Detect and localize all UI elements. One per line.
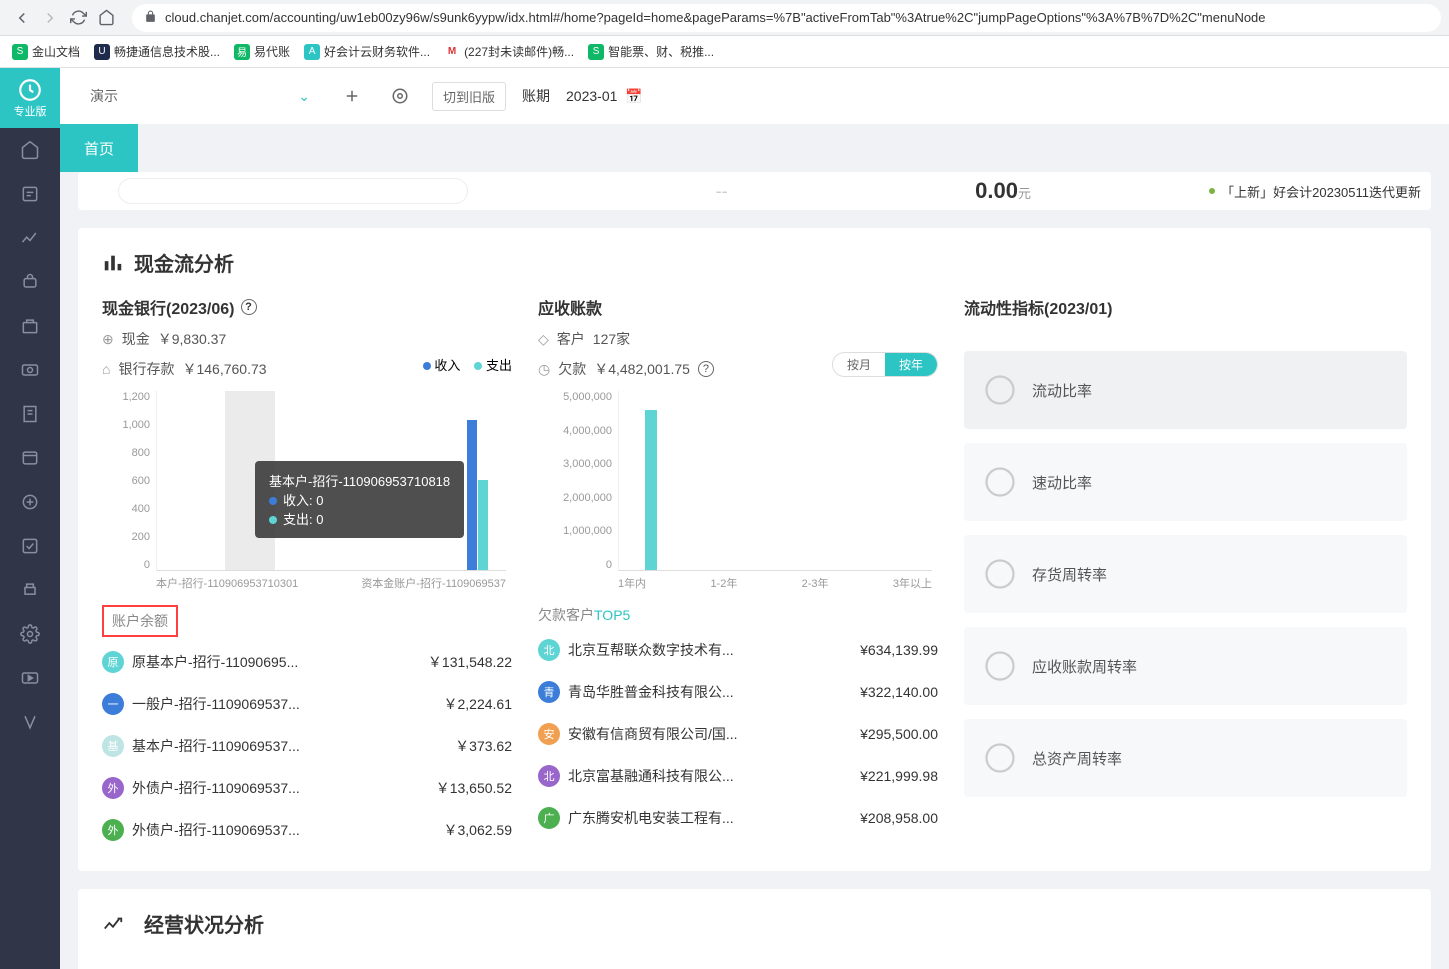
bookmark-item[interactable]: S金山文档 [12,43,80,60]
accounts-heading: 账户余额 [102,605,512,637]
account-row[interactable]: 外外债户-招行-1109069537...￥3,062.59 [102,809,512,851]
reload-button[interactable] [64,4,92,32]
nav-assets-icon[interactable] [0,304,60,348]
debtor-row[interactable]: 广广东腾安机电安装工程有...¥208,958.00 [538,797,938,839]
nav-v-icon[interactable] [0,700,60,744]
toggle-month[interactable]: 按月 [833,353,885,376]
calendar-icon: 📅 [621,88,642,104]
nav-home-icon[interactable] [0,128,60,172]
bank-chart[interactable]: 1,2001,0008006004002000 基本户-招行-110906953… [102,391,512,591]
section-title: 现金银行(2023/06) ? [102,295,512,319]
trend-icon [102,913,124,935]
bookmark-item[interactable]: 易易代账 [234,43,290,60]
metric-card[interactable]: 应收账款周转率 [964,627,1407,705]
period-label: 账期 [522,86,550,106]
metric-card[interactable]: 存货周转率 [964,535,1407,613]
chart-bar [467,420,477,570]
metric-card[interactable]: 速动比率 [964,443,1407,521]
app-logo[interactable]: 专业版 [0,68,60,128]
account-row[interactable]: 原原基本户-招行-11090695...￥131,548.22 [102,641,512,683]
old-version-button[interactable]: 切到旧版 [432,82,506,111]
chart-bar [645,410,657,570]
account-row[interactable]: 基基本户-招行-1109069537...￥373.62 [102,725,512,767]
nav-salary-icon[interactable] [0,348,60,392]
home-button[interactable] [92,4,120,32]
left-sidebar: 专业版 [0,68,60,969]
nav-closing-icon[interactable] [0,524,60,568]
ar-chart[interactable]: 5,000,0004,000,0003,000,0002,000,0001,00… [538,391,938,591]
cashflow-panel: 现金流分析 现金银行(2023/06) ? ⊕ 现金 ￥9,830.37 ⌂ 银… [78,228,1431,871]
nav-print-icon[interactable] [0,568,60,612]
panel-title: 经营状况分析 [102,909,1407,938]
settings-button[interactable] [384,80,416,112]
metrics-section: 流动性指标(2023/01) 流动比率速动比率存货周转率应收账款周转率总资产周转… [964,295,1407,851]
nav-voucher-icon[interactable] [0,172,60,216]
search-placeholder[interactable] [118,178,468,204]
browser-toolbar: cloud.chanjet.com/accounting/uw1eb00zy96… [0,0,1449,36]
company-select[interactable]: 演示 ⌄ [80,80,320,112]
receivable-section: 应收账款 ◇ 客户 127家 ◷ 欠款 ￥4,482,001.75 ? 按月 [538,295,938,851]
bookmark-item[interactable]: M(227封未读邮件)畅... [444,43,574,60]
nav-invoice-icon[interactable] [0,392,60,436]
bookmark-item[interactable]: A好会计云财务软件... [304,43,430,60]
period-toggle: 按月 按年 [832,352,938,377]
url-bar[interactable]: cloud.chanjet.com/accounting/uw1eb00zy96… [132,4,1441,32]
toggle-year[interactable]: 按年 [885,353,937,376]
tab-home[interactable]: 首页 [60,124,138,172]
chevron-down-icon: ⌄ [298,88,310,105]
operating-panel: 经营状况分析 [78,889,1431,969]
bank-icon: ⌂ [102,361,110,377]
nav-tax-icon[interactable] [0,436,60,480]
top-toolbar: 演示 ⌄ 切到旧版 账期 2023-01 📅 [60,68,1449,124]
back-button[interactable] [8,4,36,32]
deposit-stat: ⌂ 银行存款 ￥146,760.73 [102,359,267,379]
nav-video-icon[interactable] [0,656,60,700]
account-row[interactable]: 外外债户-招行-1109069537...￥13,650.52 [102,767,512,809]
nav-report-icon[interactable] [0,216,60,260]
status-dot-icon [1209,188,1215,194]
add-button[interactable] [336,80,368,112]
nav-funds-icon[interactable] [0,260,60,304]
debtor-row[interactable]: 青青岛华胜普金科技有限公...¥322,140.00 [538,671,938,713]
metric-card[interactable]: 总资产周转率 [964,719,1407,797]
url-text: cloud.chanjet.com/accounting/uw1eb00zy96… [165,10,1266,25]
section-title: 应收账款 [538,295,938,319]
nav-archive-icon[interactable] [0,480,60,524]
chart-tooltip: 基本户-招行-110906953710818 收入: 0 支出: 0 [255,461,464,538]
tab-bar: 首页 [60,124,138,172]
section-title: 流动性指标(2023/01) [964,295,1407,319]
user-icon: ◇ [538,331,549,348]
debtor-row[interactable]: 北北京互帮联众数字技术有...¥634,139.99 [538,629,938,671]
main-content: -- 0.00元 「上新」好会计20230511迭代更新 现金流分析 现金银行(… [60,172,1449,969]
debtor-row[interactable]: 安安徽有信商贸有限公司/国...¥295,500.00 [538,713,938,755]
period-value[interactable]: 2023-01 📅 [566,88,643,105]
bookmarks-bar: S金山文档 U畅捷通信息技术股... 易易代账 A好会计云财务软件... M(2… [0,36,1449,68]
help-icon[interactable]: ? [241,299,257,315]
cash-bank-section: 现金银行(2023/06) ? ⊕ 现金 ￥9,830.37 ⌂ 银行存款 ￥1… [102,295,512,851]
panel-title: 现金流分析 [102,248,1407,277]
bookmark-item[interactable]: S智能票、财、税推... [588,43,714,60]
bar-chart-icon [102,252,124,274]
bookmark-item[interactable]: U畅捷通信息技术股... [94,43,220,60]
chart-legend: 收入 支出 [423,355,512,374]
summary-card: -- 0.00元 「上新」好会计20230511迭代更新 [78,172,1431,210]
clock-icon: ◷ [538,361,550,378]
debtor-row[interactable]: 北北京富基融通科技有限公...¥221,999.98 [538,755,938,797]
zero-amount: 0.00元 [975,178,1031,204]
debt-stat: ◷ 欠款 ￥4,482,001.75 ? [538,359,714,379]
metric-card[interactable]: 流动比率 [964,351,1407,429]
nav-settings-icon[interactable] [0,612,60,656]
top5-heading: 欠款客户TOP5 [538,605,938,625]
chart-bar [478,480,488,570]
customer-stat: ◇ 客户 127家 [538,329,938,349]
lock-icon [144,10,157,26]
help-icon[interactable]: ? [698,361,714,377]
account-row[interactable]: 一一般户-招行-1109069537...￥2,224.61 [102,683,512,725]
news-ticker[interactable]: 「上新」好会计20230511迭代更新 [1209,182,1421,201]
yen-icon: ⊕ [102,331,114,348]
forward-button[interactable] [36,4,64,32]
cash-stat: ⊕ 现金 ￥9,830.37 [102,329,512,349]
dash-value: -- [716,181,728,202]
